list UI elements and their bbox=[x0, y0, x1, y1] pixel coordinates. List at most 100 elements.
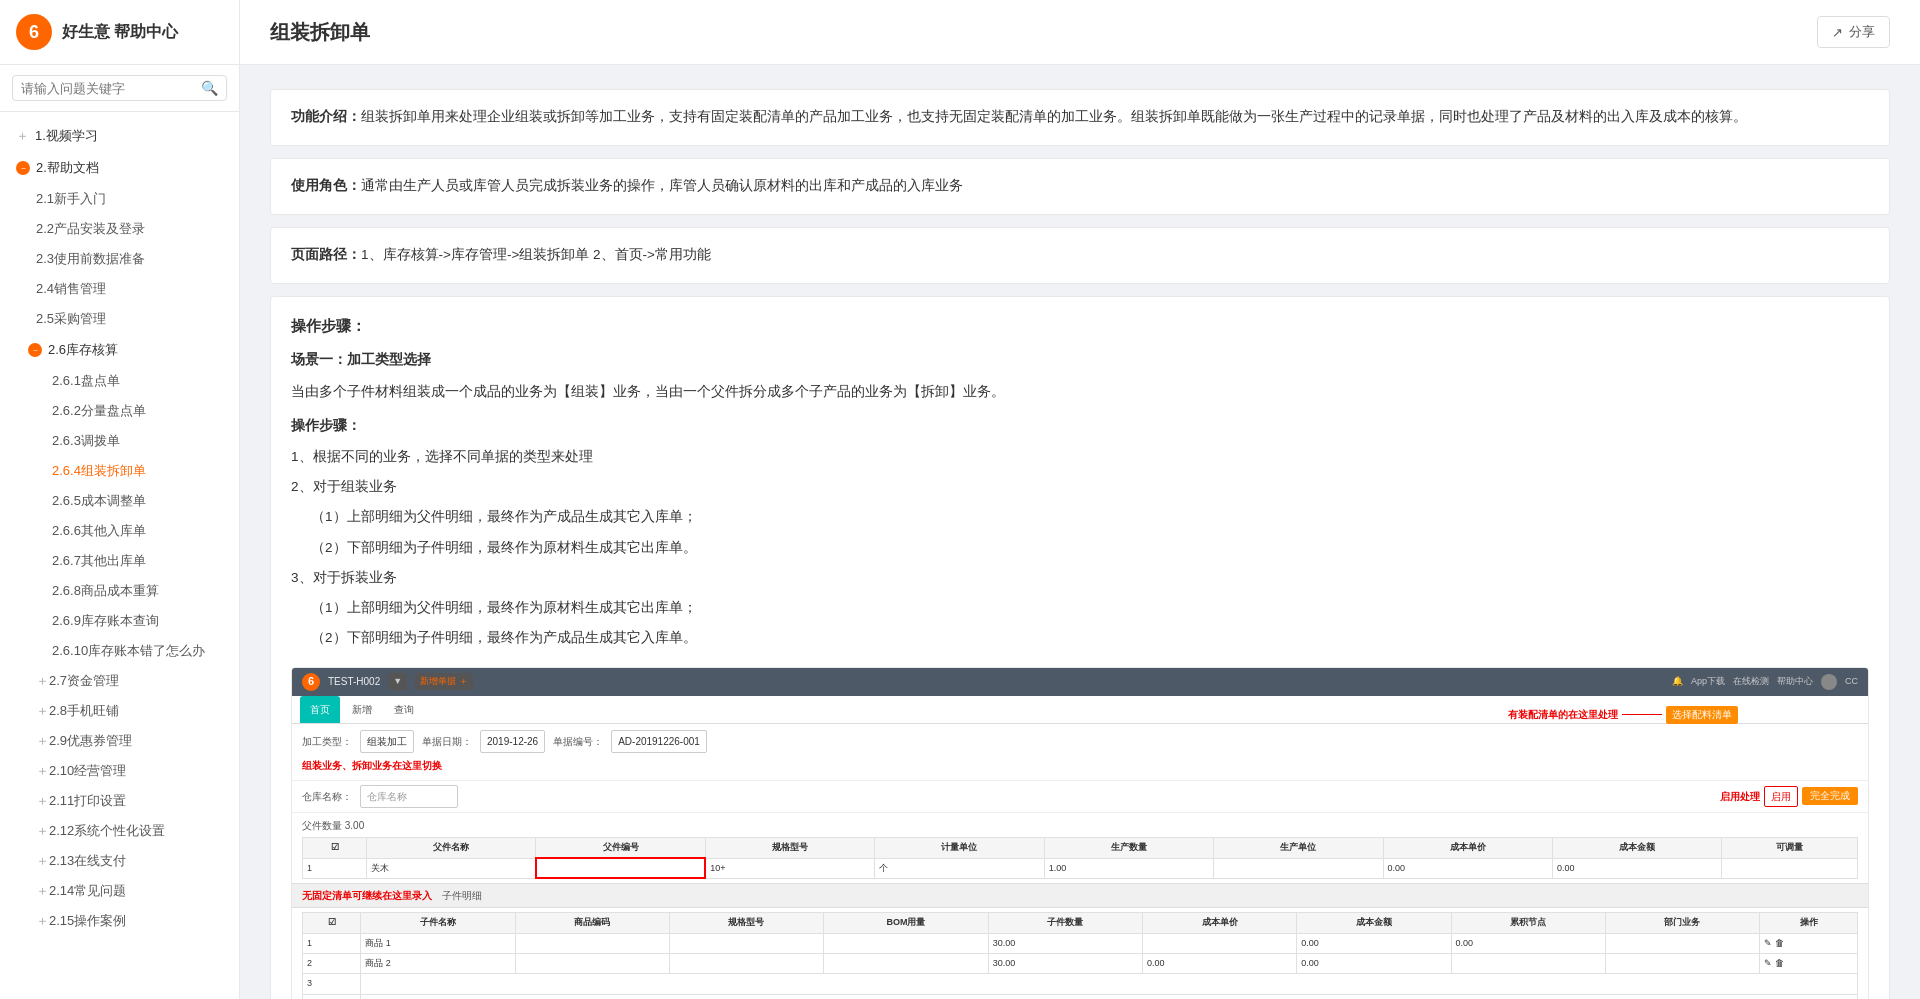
main-content: 组装拆卸单 ↗ 分享 功能介绍：组装拆卸单用来处理企业组装或拆卸等加工业务，支持… bbox=[240, 0, 1920, 999]
lcol-name: 子件名称 bbox=[361, 913, 515, 933]
search-box: 🔍 bbox=[0, 65, 239, 112]
col-parent-id: 父件编号 bbox=[536, 837, 705, 858]
mock-type-input[interactable]: 组装加工 bbox=[360, 730, 414, 753]
table-row: 4 bbox=[303, 994, 1858, 999]
sidebar-item-2-6-10[interactable]: 2.6.10库存账本错了怎么办 bbox=[0, 636, 239, 666]
mock-icon-2: App下载 bbox=[1691, 674, 1725, 689]
search-input[interactable] bbox=[21, 81, 201, 96]
sidebar-item-2-11[interactable]: ＋ 2.11打印设置 bbox=[0, 786, 239, 816]
app-name: 好生意 帮助中心 bbox=[62, 22, 178, 43]
sidebar-item-docs[interactable]: － 2.帮助文档 bbox=[0, 152, 239, 184]
sidebar-item-2-6-7[interactable]: 2.6.7其他出库单 bbox=[0, 546, 239, 576]
share-button[interactable]: ↗ 分享 bbox=[1817, 16, 1890, 48]
mock-upper-table-label: 父件数量 3.00 bbox=[302, 817, 1858, 834]
annotation4-text: 无固定清单可继续在这里录入 bbox=[302, 887, 432, 904]
mock-tab-home[interactable]: 首页 bbox=[300, 696, 340, 723]
mock-tab-query[interactable]: 查询 bbox=[384, 696, 424, 723]
annotation3-text: 启用处理 bbox=[1720, 788, 1760, 805]
sidebar: 6 好生意 帮助中心 🔍 ＋ 1.视频学习 － 2.帮助文档 2.1新手入门 2… bbox=[0, 0, 240, 999]
sidebar-item-2-15[interactable]: ＋ 2.15操作案例 bbox=[0, 906, 239, 936]
ops-steps: 操作步骤： 1、根据不同的业务，选择不同单据的类型来处理 2、对于组装业务 （1… bbox=[291, 414, 1869, 650]
col-parent-name: 父件名称 bbox=[367, 837, 536, 858]
sidebar-item-2-7[interactable]: ＋ 2.7资金管理 bbox=[0, 666, 239, 696]
sidebar-item-2-1[interactable]: 2.1新手入门 bbox=[0, 184, 239, 214]
sidebar-item-2-12[interactable]: ＋ 2.12系统个性化设置 bbox=[0, 816, 239, 846]
annotation-type-row: 组装业务、拆卸业务在这里切换 bbox=[302, 757, 1858, 774]
role-label: 使用角色： bbox=[291, 178, 361, 193]
sidebar-item-2-6-6[interactable]: 2.6.6其他入库单 bbox=[0, 516, 239, 546]
col-cost-price: 成本单价 bbox=[1383, 837, 1552, 858]
table-row: 1 关木 10+ 个 1.00 0.00 0.00 bbox=[303, 858, 1858, 878]
col-cost-amt: 成本金额 bbox=[1552, 837, 1721, 858]
table-row: 2 商品 2 30.00 0.00 0.00 ✎ 🗑 bbox=[303, 953, 1858, 973]
col-spec: 规格型号 bbox=[705, 837, 874, 858]
mock-form-row1: 加工类型： 组装加工 单据日期： 2019-12-26 单据编号： AD-201… bbox=[302, 730, 1858, 753]
scenario1-desc: 当由多个子件材料组装成一个成品的业务为【组装】业务，当由一个父件拆分成多个子产品… bbox=[291, 380, 1869, 404]
sidebar-item-2-6-2[interactable]: 2.6.2分量盘点单 bbox=[0, 396, 239, 426]
sidebar-item-2-3[interactable]: 2.3使用前数据准备 bbox=[0, 244, 239, 274]
col-adj-qty: 可调量 bbox=[1722, 837, 1858, 858]
scenario1-label: 场景一：加工类型选择 bbox=[291, 348, 1869, 372]
mock-wh-label: 仓库名称： bbox=[302, 788, 352, 805]
mock-order-input[interactable]: AD-20191226-001 bbox=[611, 730, 707, 753]
page-title: 组装拆卸单 bbox=[270, 19, 370, 46]
expand-icon-active: － bbox=[16, 161, 30, 175]
mock-activate-btn[interactable]: 启用 bbox=[1764, 786, 1798, 807]
steps-block: 操作步骤： 场景一：加工类型选择 当由多个子件材料组装成一个成品的业务为【组装】… bbox=[270, 296, 1890, 999]
mock-lower-table-area: ☑ 子件名称 商品编码 规格型号 BOM用量 子件数量 成本单价 成本金额 累积… bbox=[292, 908, 1868, 999]
page-header: 组装拆卸单 ↗ 分享 bbox=[240, 0, 1920, 65]
sidebar-item-2-6-5[interactable]: 2.6.5成本调整单 bbox=[0, 486, 239, 516]
sidebar-item-2-6-1[interactable]: 2.6.1盘点单 bbox=[0, 366, 239, 396]
sidebar-item-2-4[interactable]: 2.4销售管理 bbox=[0, 274, 239, 304]
mock-avatar bbox=[1821, 674, 1837, 690]
mock-date-input[interactable]: 2019-12-26 bbox=[480, 730, 545, 753]
plus-icon: ＋ bbox=[36, 882, 49, 900]
mock-confirm-btn[interactable]: 完全完成 bbox=[1802, 787, 1858, 805]
mock-date-label: 单据日期： bbox=[422, 733, 472, 750]
sidebar-item-2-6-8[interactable]: 2.6.8商品成本重算 bbox=[0, 576, 239, 606]
sidebar-item-2-6-3[interactable]: 2.6.3调拨单 bbox=[0, 426, 239, 456]
col-unit: 计量单位 bbox=[875, 837, 1044, 858]
mock-order-label: 单据编号： bbox=[553, 733, 603, 750]
sidebar-item-2-6[interactable]: － 2.6库存核算 bbox=[0, 334, 239, 366]
mock-wh-input[interactable]: 仓库名称 bbox=[360, 785, 458, 808]
mock-logo: 6 bbox=[302, 673, 320, 691]
plus-icon: ＋ bbox=[36, 822, 49, 840]
lcol-spec: 规格型号 bbox=[669, 913, 823, 933]
lcol-dept: 部门业务 bbox=[1605, 913, 1759, 933]
sidebar-item-2-8[interactable]: ＋ 2.8手机旺铺 bbox=[0, 696, 239, 726]
sidebar-item-2-6-9[interactable]: 2.6.9库存账本查询 bbox=[0, 606, 239, 636]
share-icon: ↗ bbox=[1832, 25, 1843, 40]
annotation1-line bbox=[1622, 714, 1662, 715]
sidebar-item-2-10[interactable]: ＋ 2.10经营管理 bbox=[0, 756, 239, 786]
sidebar-item-2-6-4[interactable]: 2.6.4组装拆卸单 bbox=[0, 456, 239, 486]
sidebar-item-2-9[interactable]: ＋ 2.9优惠券管理 bbox=[0, 726, 239, 756]
mock-tab-new[interactable]: 新增 bbox=[342, 696, 382, 723]
mock-icon-1: 🔔 bbox=[1672, 674, 1683, 689]
nav-list: ＋ 1.视频学习 － 2.帮助文档 2.1新手入门 2.2产品安装及登录 2.3… bbox=[0, 112, 239, 999]
search-icon[interactable]: 🔍 bbox=[201, 80, 218, 96]
lcol-cost-p: 成本单价 bbox=[1142, 913, 1296, 933]
plus-icon: ＋ bbox=[36, 672, 49, 690]
feature-intro-label: 功能介绍： bbox=[291, 109, 361, 124]
table-row: 1 商品 1 30.00 0.00 0.00 ✎ 🗑 bbox=[303, 933, 1858, 953]
role-block: 使用角色：通常由生产人员或库管人员完成拆装业务的操作，库管人员确认原材料的出库和… bbox=[270, 158, 1890, 215]
mock-select-bom-btn[interactable]: 选择配料清单 bbox=[1666, 706, 1738, 724]
sidebar-item-2-14[interactable]: ＋ 2.14常见问题 bbox=[0, 876, 239, 906]
logo-icon: 6 bbox=[16, 14, 52, 50]
sidebar-item-2-5[interactable]: 2.5采购管理 bbox=[0, 304, 239, 334]
lcol-check: ☑ bbox=[303, 913, 361, 933]
plus-icon: ＋ bbox=[36, 792, 49, 810]
mock-upper-table-area: 父件数量 3.00 ☑ 父件名称 父件编号 规格型号 计量单位 生产数量 生产单… bbox=[292, 813, 1868, 884]
col-produce-unit: 生产单位 bbox=[1214, 837, 1383, 858]
sidebar-item-video[interactable]: ＋ 1.视频学习 bbox=[0, 120, 239, 152]
plus-icon: ＋ bbox=[36, 732, 49, 750]
lcol-cost-a: 成本金额 bbox=[1297, 913, 1451, 933]
ops-label: 操作步骤： bbox=[291, 313, 1869, 339]
sidebar-item-2-2[interactable]: 2.2产品安装及登录 bbox=[0, 214, 239, 244]
path-block: 页面路径：1、库存核算->库存管理->组装拆卸单 2、首页->常用功能 bbox=[270, 227, 1890, 284]
lcol-acc: 累积节点 bbox=[1451, 913, 1605, 933]
mock-activation-row: 启用处理 启用 完全完成 bbox=[1720, 786, 1858, 807]
sidebar-item-2-13[interactable]: ＋ 2.13在线支付 bbox=[0, 846, 239, 876]
mock-icon-4: 帮助中心 bbox=[1777, 674, 1813, 689]
